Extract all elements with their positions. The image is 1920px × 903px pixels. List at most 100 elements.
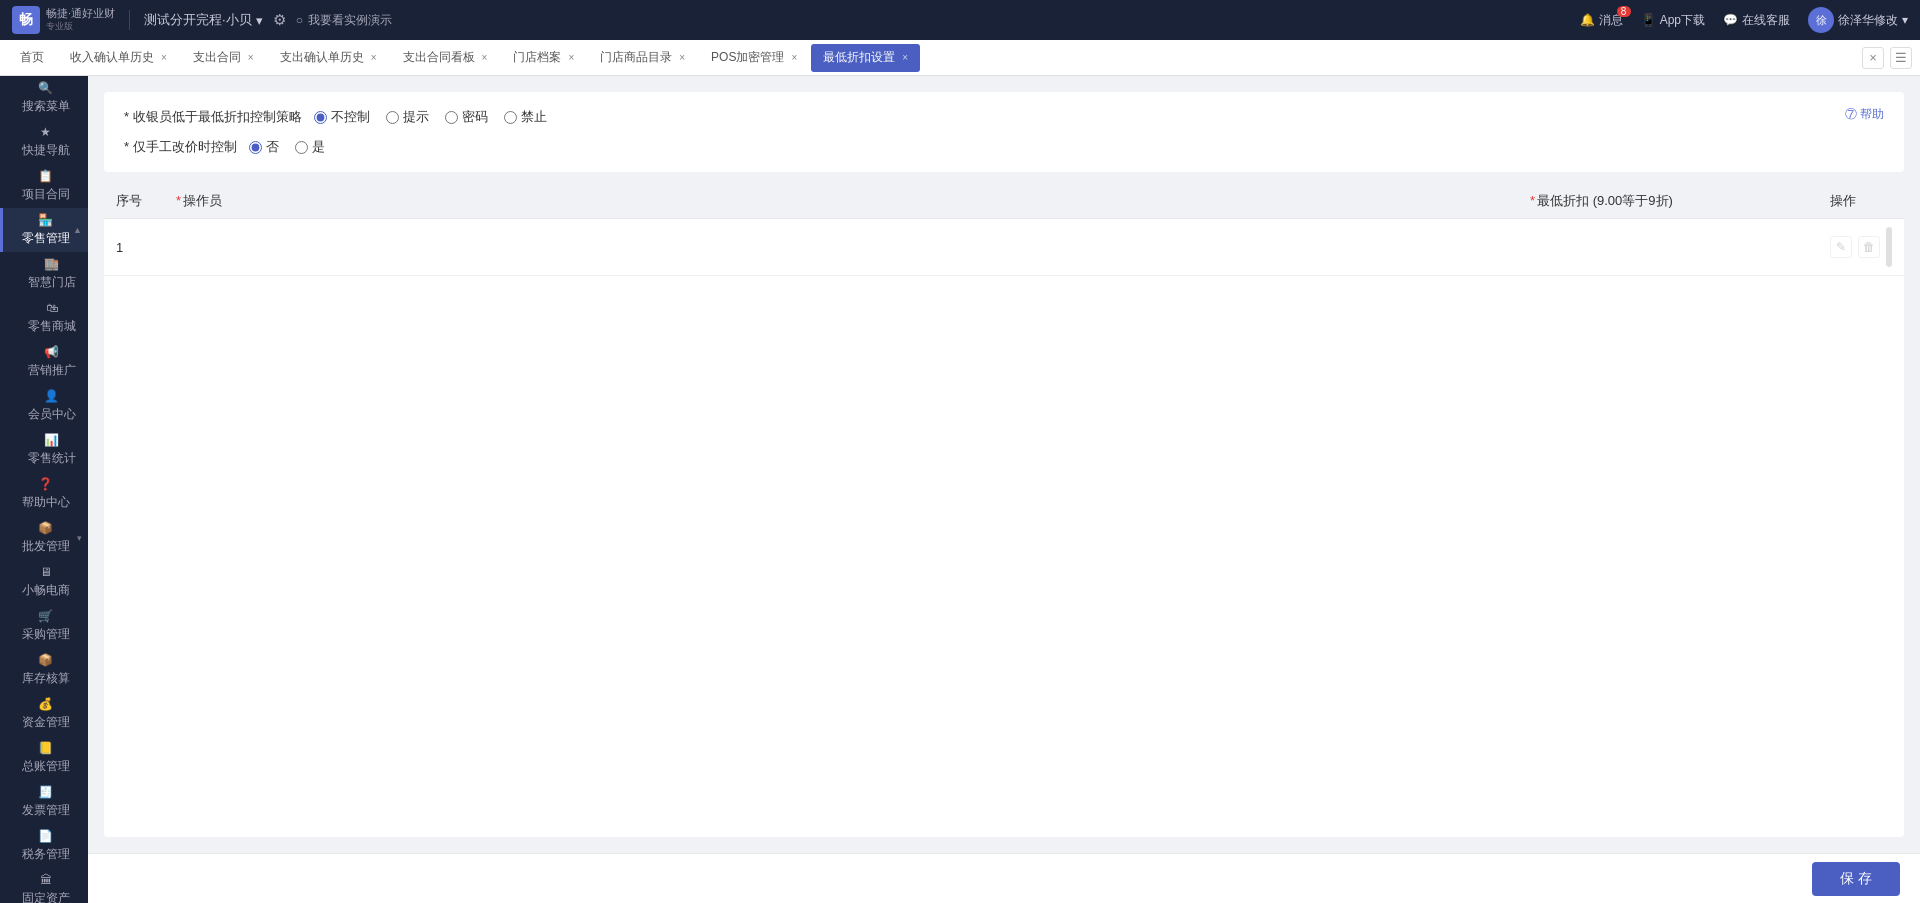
tab-store-files[interactable]: 门店档案 × [501, 44, 586, 72]
manual-option-yes[interactable]: 是 [295, 138, 325, 156]
policy-option-no-control[interactable]: 不控制 [314, 108, 370, 126]
logo-text: 畅捷·通好业财 [46, 7, 115, 20]
purchase-mgmt-icon: 🛒 [38, 609, 53, 623]
manual-option-no[interactable]: 否 [249, 138, 279, 156]
main-layout: 🔍 搜索菜单 ★ 快捷导航 📋 项目合同 🏪 零售管理 ▲ 🏬 智慧门店 🛍 零… [0, 76, 1920, 903]
sidebar-item-finance-mgmt[interactable]: 💰 资金管理 [0, 692, 88, 736]
tab-payment-contract-board-close[interactable]: × [482, 52, 488, 63]
close-tab-action[interactable]: × [1862, 47, 1884, 69]
tab-min-discount-label: 最低折扣设置 [823, 49, 895, 66]
sidebar-item-invoice-mgmt[interactable]: 🧾 发票管理 [0, 780, 88, 824]
tab-payment-confirm-history-close[interactable]: × [371, 52, 377, 63]
tab-home[interactable]: 首页 [8, 44, 56, 72]
tab-income-history[interactable]: 收入确认单历史 × [58, 44, 179, 72]
sidebar-item-retail-stats[interactable]: 📊 零售统计 [0, 428, 88, 472]
sidebar-label-ledger-mgmt: 总账管理 [22, 758, 70, 775]
data-table: 序号 *操作员 *最低折扣 (9.00等于9折) 操作 1 [104, 184, 1904, 276]
tab-pos-password-label: POS加密管理 [711, 49, 784, 66]
policy-option-forbid-label: 禁止 [521, 108, 547, 126]
sidebar-item-wholesale-mgmt[interactable]: 📦 批发管理 ▾ [0, 516, 88, 560]
app-download-button[interactable]: 📱 App下载 [1641, 12, 1705, 29]
sidebar-item-ecommerce[interactable]: 🖥 小畅电商 [0, 560, 88, 604]
th-seq: 序号 [104, 184, 164, 219]
customer-service-button[interactable]: 💬 在线客服 [1723, 12, 1790, 29]
sidebar-label-tax-mgmt: 税务管理 [22, 846, 70, 863]
retail-mgmt-icon: 🏪 [38, 213, 53, 227]
avatar: 徐 [1808, 7, 1834, 33]
topbar: 畅 畅捷·通好业财 专业版 测试分开完程·小贝 ▾ ⚙ ○ 我要看实例演示 🔔 … [0, 0, 1920, 40]
tab-min-discount[interactable]: 最低折扣设置 × [811, 44, 920, 72]
sidebar-item-smart-store[interactable]: 🏬 智慧门店 [0, 252, 88, 296]
sidebar-item-tax-mgmt[interactable]: 📄 税务管理 [0, 824, 88, 868]
sidebar-item-project-contract[interactable]: 📋 项目合同 [0, 164, 88, 208]
sidebar-label-quick-nav: 快捷导航 [22, 142, 70, 159]
user-name: 徐泽华修改 [1838, 12, 1898, 29]
tab-payment-contract[interactable]: 支出合同 × [181, 44, 266, 72]
sidebar-item-member-center[interactable]: 👤 会员中心 [0, 384, 88, 428]
topbar-right: 🔔 消息 8 📱 App下载 💬 在线客服 徐 徐泽华修改 ▾ [1580, 7, 1908, 33]
manual-option-yes-label: 是 [312, 138, 325, 156]
content-inner: ⑦ 帮助 * 收银员低于最低折扣控制策略 不控制 提示 [88, 76, 1920, 853]
sidebar-item-ledger-mgmt[interactable]: 📒 总账管理 [0, 736, 88, 780]
th-action: 操作 [1818, 184, 1904, 219]
customer-service-label: 在线客服 [1742, 12, 1790, 29]
sidebar-label-help-center: 帮助中心 [22, 494, 70, 511]
sidebar-label-search: 搜索菜单 [22, 98, 70, 115]
policy-option-password-label: 密码 [462, 108, 488, 126]
sidebar-label-invoice-mgmt: 发票管理 [22, 802, 70, 819]
tab-store-products-close[interactable]: × [679, 52, 685, 63]
tab-store-files-close[interactable]: × [568, 52, 574, 63]
service-icon: 💬 [1723, 13, 1738, 27]
fixed-assets-icon: 🏛 [40, 873, 52, 887]
save-button[interactable]: 保 存 [1812, 862, 1900, 896]
demo-icon: ○ [296, 13, 303, 27]
table-body: 1 ✎ 🗑 [104, 219, 1904, 276]
sidebar-label-marketing: 营销推广 [28, 362, 76, 379]
sidebar-item-help-center[interactable]: ❓ 帮助中心 [0, 472, 88, 516]
tab-payment-contract-board[interactable]: 支出合同看板 × [391, 44, 500, 72]
tab-pos-password[interactable]: POS加密管理 × [699, 44, 809, 72]
sidebar-item-retail-mgmt[interactable]: 🏪 零售管理 ▲ [0, 208, 88, 252]
policy-option-forbid[interactable]: 禁止 [504, 108, 547, 126]
policy-option-password[interactable]: 密码 [445, 108, 488, 126]
policy-radio-group: 不控制 提示 密码 禁止 [314, 108, 547, 126]
sidebar-label-finance-mgmt: 资金管理 [22, 714, 70, 731]
sidebar-item-search[interactable]: 🔍 搜索菜单 [0, 76, 88, 120]
policy-option-remind[interactable]: 提示 [386, 108, 429, 126]
demo-button[interactable]: ○ 我要看实例演示 [296, 12, 392, 29]
sidebar-label-retail-mall: 零售商城 [28, 318, 76, 335]
sidebar-label-member-center: 会员中心 [28, 406, 76, 423]
project-selector[interactable]: 测试分开完程·小贝 ▾ [144, 11, 263, 29]
sidebar-item-retail-mall[interactable]: 🛍 零售商城 [0, 296, 88, 340]
action-icons: ✎ 🗑 [1830, 227, 1892, 267]
topbar-left: 畅 畅捷·通好业财 专业版 测试分开完程·小贝 ▾ ⚙ ○ 我要看实例演示 [12, 6, 392, 34]
smart-store-icon: 🏬 [44, 257, 59, 271]
notifications-button[interactable]: 🔔 消息 8 [1580, 12, 1623, 29]
sidebar-item-fixed-assets[interactable]: 🏛 固定资产 [0, 868, 88, 903]
save-bar: 保 存 [88, 853, 1920, 903]
sidebar-item-purchase-mgmt[interactable]: 🛒 采购管理 [0, 604, 88, 648]
sidebar-item-marketing[interactable]: 📢 营销推广 [0, 340, 88, 384]
app-icon: 📱 [1641, 13, 1656, 27]
tab-pos-password-close[interactable]: × [791, 52, 797, 63]
settings-button[interactable]: ⚙ [273, 11, 286, 29]
delete-row-button[interactable]: 🗑 [1858, 236, 1880, 258]
form-card: ⑦ 帮助 * 收银员低于最低折扣控制策略 不控制 提示 [104, 92, 1904, 172]
tab-payment-contract-close[interactable]: × [248, 52, 254, 63]
tab-store-products[interactable]: 门店商品目录 × [588, 44, 697, 72]
edit-row-button[interactable]: ✎ [1830, 236, 1852, 258]
sidebar-item-quick-nav[interactable]: ★ 快捷导航 [0, 120, 88, 164]
tab-income-history-close[interactable]: × [161, 52, 167, 63]
marketing-icon: 📢 [44, 345, 59, 359]
tab-payment-confirm-history[interactable]: 支出确认单历史 × [268, 44, 389, 72]
tab-store-files-label: 门店档案 [513, 49, 561, 66]
help-button[interactable]: ⑦ 帮助 [1845, 106, 1884, 123]
manual-row: * 仅手工改价时控制 否 是 [124, 138, 1884, 156]
tab-menu-action[interactable]: ☰ [1890, 47, 1912, 69]
table-scroll-handle[interactable] [1886, 227, 1892, 267]
sidebar-item-inventory[interactable]: 📦 库存核算 [0, 648, 88, 692]
sidebar: 🔍 搜索菜单 ★ 快捷导航 📋 项目合同 🏪 零售管理 ▲ 🏬 智慧门店 🛍 零… [0, 76, 88, 903]
tab-min-discount-close[interactable]: × [902, 52, 908, 63]
user-menu[interactable]: 徐 徐泽华修改 ▾ [1808, 7, 1908, 33]
sidebar-label-project-contract: 项目合同 [22, 186, 70, 203]
